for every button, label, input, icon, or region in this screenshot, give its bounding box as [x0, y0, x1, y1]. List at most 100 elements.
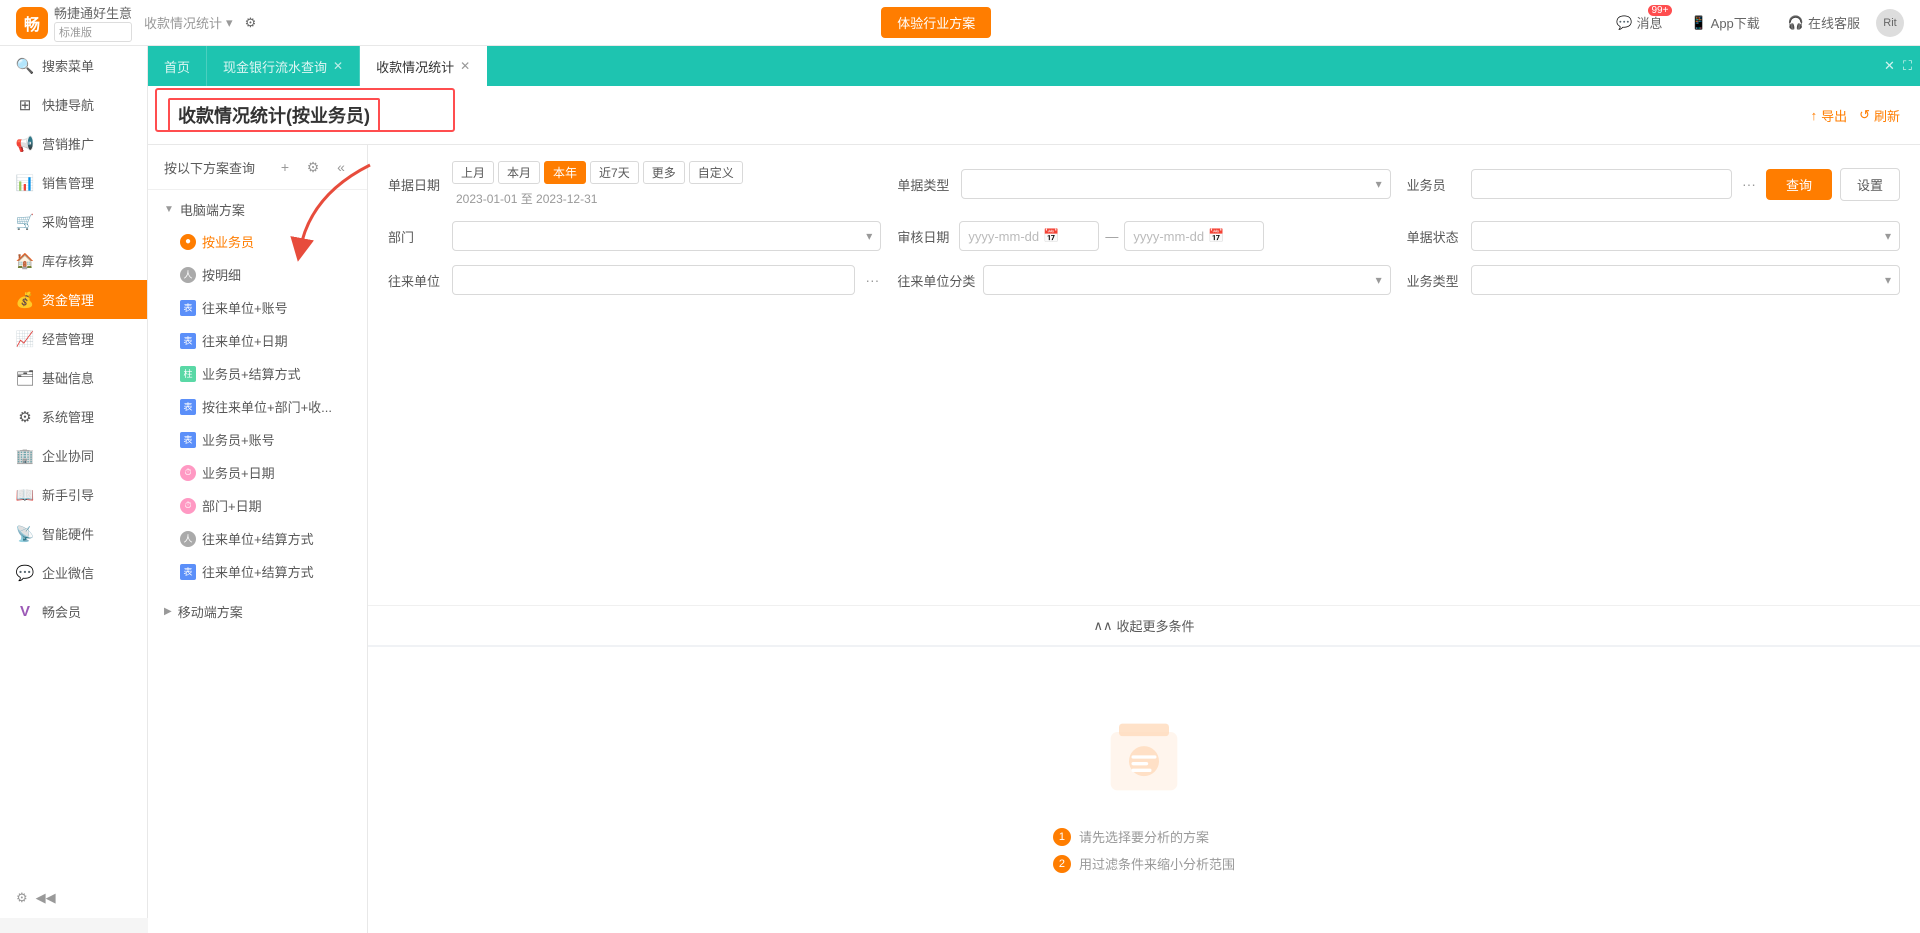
- sidebar-item-hardware[interactable]: 📡 智能硬件: [0, 514, 147, 553]
- counterpart-more-icon[interactable]: ···: [865, 272, 879, 288]
- scheme-item-by-detail[interactable]: 人 按明细: [148, 258, 367, 291]
- doc-type-select[interactable]: ▾: [961, 169, 1390, 199]
- scheme-item-unit-settle2[interactable]: 表 往来单位+结算方式: [148, 555, 367, 588]
- scheme-item-salesperson-account[interactable]: 表 业务员+账号: [148, 423, 367, 456]
- tab-receipt[interactable]: 收款情况统计 ✕: [360, 46, 487, 86]
- sidebar-item-member[interactable]: V 畅会员: [0, 592, 147, 631]
- refresh-button[interactable]: ↺ 刷新: [1859, 106, 1900, 125]
- scheme-item-salesperson-settle[interactable]: 柱 业务员+结算方式: [148, 357, 367, 390]
- date-tab-thisyear[interactable]: 本年: [544, 161, 586, 184]
- search-icon: 🔍: [16, 57, 34, 75]
- sidebar-item-basic[interactable]: 🗂 基础信息: [0, 358, 147, 397]
- purchase-icon: 🛒: [16, 213, 34, 231]
- scheme-item-unit-account[interactable]: 表 往来单位+账号: [148, 291, 367, 324]
- scheme-item-by-salesperson[interactable]: ● 按业务员: [148, 225, 367, 258]
- sidebar-item-inventory[interactable]: 🏠 库存核算: [0, 241, 147, 280]
- mobile-group-arrow: ▶: [164, 606, 172, 617]
- scheme-group-desktop-title[interactable]: ▼ 电脑端方案: [148, 194, 367, 225]
- scheme-item-dept-date[interactable]: ⏱ 部门+日期: [148, 489, 367, 522]
- date-tab-custom[interactable]: 自定义: [689, 161, 743, 184]
- setting-button[interactable]: 设置: [1840, 168, 1900, 201]
- service-area[interactable]: 🎧 在线客服: [1788, 13, 1860, 32]
- sidebar-item-purchase[interactable]: 🛒 采购管理: [0, 202, 147, 241]
- sidebar-label-corp: 企业协同: [42, 446, 94, 465]
- export-button[interactable]: ↑ 导出: [1811, 106, 1848, 125]
- breadcrumb-dropdown[interactable]: ▾: [226, 15, 233, 31]
- counterpart-category-chevron: ▾: [1376, 273, 1382, 287]
- date-field-label: 单据日期: [388, 175, 444, 194]
- tab-bar: 首页 现金银行流水查询 ✕ 收款情况统计 ✕ ✕ ⛶: [148, 46, 1920, 86]
- empty-state: 1 请先选择要分析的方案 2 用过滤条件来缩小分析范围: [368, 647, 1920, 933]
- trial-button[interactable]: 体验行业方案: [881, 7, 991, 38]
- tab-bank-close[interactable]: ✕: [333, 59, 343, 73]
- sidebar-label-inventory: 库存核算: [42, 251, 94, 270]
- sidebar-item-wechat[interactable]: 💬 企业微信: [0, 553, 147, 592]
- sidebar-item-guide[interactable]: 📖 新手引导: [0, 475, 147, 514]
- scheme-group-desktop: ▼ 电脑端方案 ● 按业务员 人 按明细 表 往来单位+账号 表 往来单位+: [148, 190, 367, 592]
- download-icon: 📱: [1690, 15, 1706, 31]
- gear-icon[interactable]: ⚙: [245, 15, 257, 31]
- logo-area: 畅 畅捷通好生意 标准版: [16, 3, 132, 42]
- dept-filter-item: 部门 ▾: [388, 221, 881, 251]
- salesperson-date-icon: ⏱: [180, 465, 196, 481]
- message-area[interactable]: 💬 消息 99+: [1616, 13, 1662, 32]
- scheme-settings-icon[interactable]: ⚙: [303, 157, 323, 177]
- salesperson-select[interactable]: [1471, 169, 1732, 199]
- tab-home[interactable]: 首页: [148, 46, 207, 86]
- sidebar-item-finance[interactable]: 💰 资金管理: [0, 280, 147, 319]
- filter-row-2: 部门 ▾ 审核日期 yyyy-mm-dd 📅 —: [388, 221, 1900, 251]
- counterpart-select[interactable]: [452, 265, 855, 295]
- date-tab-more[interactable]: 更多: [643, 161, 685, 184]
- date-tab-thismonth[interactable]: 本月: [498, 161, 540, 184]
- counterpart-category-select[interactable]: ▾: [983, 265, 1390, 295]
- tab-receipt-close[interactable]: ✕: [460, 59, 470, 73]
- review-date-filter: 审核日期 yyyy-mm-dd 📅 — yyyy-mm-dd 📅: [897, 221, 1390, 251]
- scheme-item-unit-dept-receipt[interactable]: 表 按往来单位+部门+收...: [148, 390, 367, 423]
- desktop-group-arrow: ▼: [164, 204, 174, 215]
- sidebar-item-nav[interactable]: ⊞ 快捷导航: [0, 85, 147, 124]
- tab-expand-icon[interactable]: ⛶: [1903, 58, 1912, 74]
- biz-type-filter: 业务类型 ▾: [1407, 265, 1900, 295]
- sidebar-item-search[interactable]: 🔍 搜索菜单: [0, 46, 147, 85]
- service-icon: 🎧: [1788, 15, 1804, 31]
- sidebar-label-basic: 基础信息: [42, 368, 94, 387]
- user-avatar[interactable]: Rit: [1876, 9, 1904, 37]
- salesperson-more-icon[interactable]: ···: [1742, 176, 1756, 192]
- collapse-bar[interactable]: ∧∧ 收起更多条件: [368, 605, 1920, 645]
- date-tab-lastmonth[interactable]: 上月: [452, 161, 494, 184]
- sidebar-item-corp[interactable]: 🏢 企业协同: [0, 436, 147, 475]
- scheme-item-unit-date[interactable]: 表 往来单位+日期: [148, 324, 367, 357]
- scheme-item-salesperson-date[interactable]: ⏱ 业务员+日期: [148, 456, 367, 489]
- sidebar-item-system[interactable]: ⚙ 系统管理: [0, 397, 147, 436]
- tab-receipt-label: 收款情况统计: [376, 57, 454, 76]
- biz-type-select[interactable]: ▾: [1471, 265, 1900, 295]
- download-area[interactable]: 📱 App下载: [1690, 13, 1759, 32]
- page-title: 收款情况统计(按业务员): [168, 98, 380, 132]
- sidebar-item-sales[interactable]: 📊 销售管理: [0, 163, 147, 202]
- system-icon: ⚙: [16, 408, 34, 426]
- dept-select[interactable]: ▾: [452, 221, 881, 251]
- sidebar-label-hardware: 智能硬件: [42, 524, 94, 543]
- date-tab-last7[interactable]: 近7天: [590, 161, 639, 184]
- salesperson-label: 业务员: [1407, 175, 1463, 194]
- salesperson-filter: 业务员 ··· 查询 设置: [1407, 168, 1900, 201]
- review-date-end[interactable]: yyyy-mm-dd 📅: [1124, 221, 1264, 251]
- sidebar-label-operation: 经营管理: [42, 329, 94, 348]
- doc-status-select[interactable]: ▾: [1471, 221, 1900, 251]
- tab-bank[interactable]: 现金银行流水查询 ✕: [207, 46, 360, 86]
- sidebar-label-finance: 资金管理: [42, 290, 94, 309]
- sidebar-item-operation[interactable]: 📈 经营管理: [0, 319, 147, 358]
- add-scheme-icon[interactable]: +: [275, 157, 295, 177]
- scheme-item-unit-settle1[interactable]: 人 往来单位+结算方式: [148, 522, 367, 555]
- calendar-start-icon[interactable]: 📅: [1043, 228, 1059, 244]
- review-date-start[interactable]: yyyy-mm-dd 📅: [959, 221, 1099, 251]
- doc-type-chevron: ▾: [1376, 177, 1382, 191]
- calendar-end-icon[interactable]: 📅: [1208, 228, 1224, 244]
- scheme-group-mobile-title[interactable]: ▶ 移动端方案: [148, 596, 367, 627]
- sidebar-item-marketing[interactable]: 📢 营销推广: [0, 124, 147, 163]
- scheme-collapse-icon[interactable]: «: [331, 157, 351, 177]
- collapse-sidebar-icon[interactable]: ◀◀: [36, 890, 56, 906]
- query-button[interactable]: 查询: [1766, 169, 1832, 200]
- tab-close-all-icon[interactable]: ✕: [1884, 58, 1895, 74]
- settings-bottom-icon[interactable]: ⚙: [16, 890, 28, 906]
